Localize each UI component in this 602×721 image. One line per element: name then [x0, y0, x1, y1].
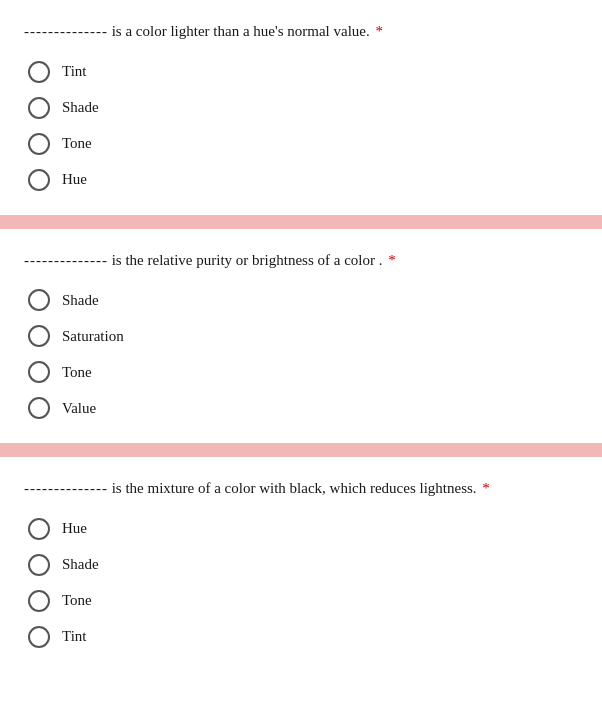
options-list-1: Tint Shade Tone Hue: [24, 61, 578, 191]
question-body-3: is the mixture of a color with black, wh…: [112, 480, 477, 496]
radio-shade-2[interactable]: [28, 289, 50, 311]
blank-3: --------------: [24, 480, 108, 496]
option-item[interactable]: Shade: [28, 97, 578, 119]
radio-tone-3[interactable]: [28, 590, 50, 612]
option-item[interactable]: Hue: [28, 169, 578, 191]
question-text-1: -------------- is a color lighter than a…: [24, 20, 578, 43]
option-item[interactable]: Value: [28, 397, 578, 419]
option-label: Saturation: [62, 328, 124, 345]
option-item[interactable]: Tone: [28, 133, 578, 155]
option-label: Shade: [62, 292, 99, 309]
options-list-3: Hue Shade Tone Tint: [24, 518, 578, 648]
option-label: Tone: [62, 135, 92, 152]
question-body-2: is the relative purity or brightness of …: [112, 252, 383, 268]
blank-1: --------------: [24, 23, 108, 39]
option-label: Hue: [62, 520, 87, 537]
option-item[interactable]: Tone: [28, 361, 578, 383]
divider-1: [0, 215, 602, 229]
option-label: Tint: [62, 628, 86, 645]
options-list-2: Shade Saturation Tone Value: [24, 289, 578, 419]
radio-saturation-2[interactable]: [28, 325, 50, 347]
option-item[interactable]: Tint: [28, 626, 578, 648]
option-item[interactable]: Hue: [28, 518, 578, 540]
option-label: Shade: [62, 556, 99, 573]
radio-tone-1[interactable]: [28, 133, 50, 155]
radio-hue-3[interactable]: [28, 518, 50, 540]
option-item[interactable]: Tint: [28, 61, 578, 83]
option-item[interactable]: Saturation: [28, 325, 578, 347]
radio-hue-1[interactable]: [28, 169, 50, 191]
question-body-1: is a color lighter than a hue's normal v…: [112, 23, 370, 39]
option-label: Value: [62, 400, 96, 417]
radio-value-2[interactable]: [28, 397, 50, 419]
option-item[interactable]: Tone: [28, 590, 578, 612]
divider-2: [0, 443, 602, 457]
option-item[interactable]: Shade: [28, 289, 578, 311]
required-star-1: *: [375, 23, 383, 39]
option-label: Hue: [62, 171, 87, 188]
option-label: Shade: [62, 99, 99, 116]
question-block-3: -------------- is the mixture of a color…: [0, 457, 602, 672]
option-label: Tint: [62, 63, 86, 80]
radio-tone-2[interactable]: [28, 361, 50, 383]
radio-shade-3[interactable]: [28, 554, 50, 576]
question-text-2: -------------- is the relative purity or…: [24, 249, 578, 272]
blank-2: --------------: [24, 252, 108, 268]
option-label: Tone: [62, 364, 92, 381]
option-item[interactable]: Shade: [28, 554, 578, 576]
question-block-1: -------------- is a color lighter than a…: [0, 0, 602, 215]
radio-tint-1[interactable]: [28, 61, 50, 83]
required-star-2: *: [388, 252, 396, 268]
quiz-container: -------------- is a color lighter than a…: [0, 0, 602, 672]
radio-shade-1[interactable]: [28, 97, 50, 119]
option-label: Tone: [62, 592, 92, 609]
question-text-3: -------------- is the mixture of a color…: [24, 477, 578, 500]
radio-tint-3[interactable]: [28, 626, 50, 648]
required-star-3: *: [482, 480, 490, 496]
question-block-2: -------------- is the relative purity or…: [0, 229, 602, 444]
